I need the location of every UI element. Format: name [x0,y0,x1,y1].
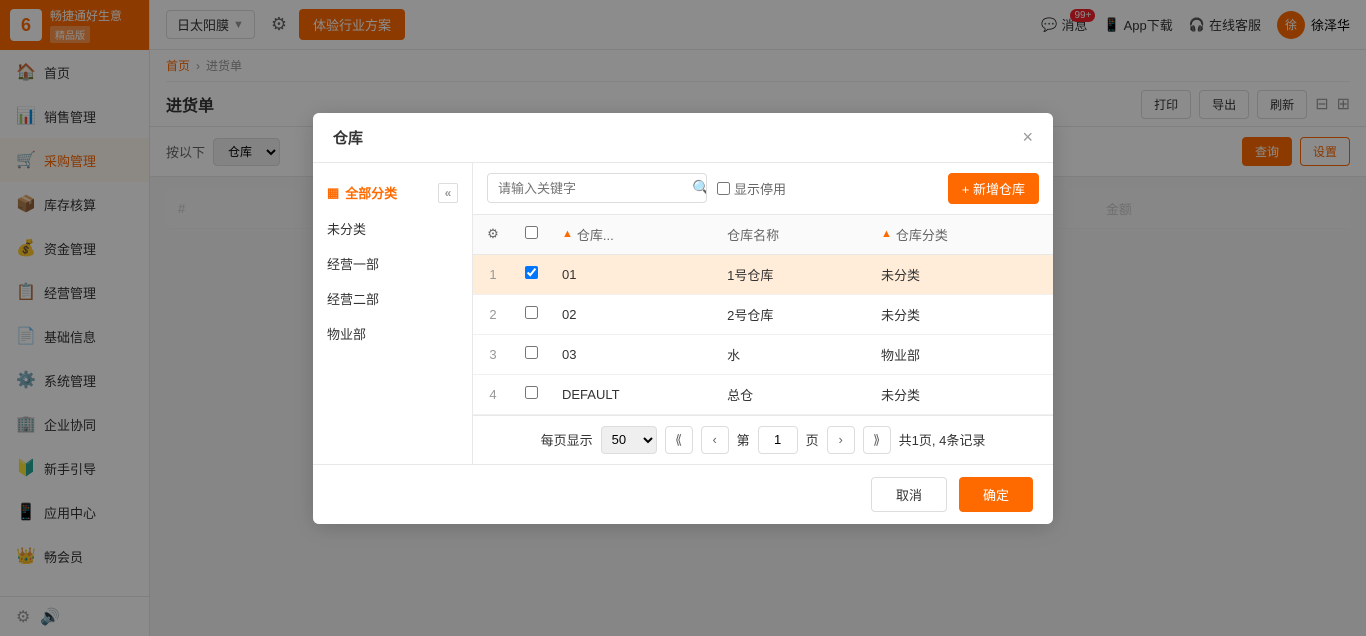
cat-item-ops2[interactable]: 经营二部 [313,281,472,316]
row-checkbox[interactable] [525,346,538,359]
modal-footer: 取消 确定 [313,464,1053,524]
page-number-input[interactable] [758,426,798,454]
modal-search-btn[interactable]: 🔍 [684,174,707,202]
modal-categories: ▦ 全部分类 « 未分类 经营一部 经营二部 物业部 [313,163,473,464]
modal-table-wrap: ⚙ ▲ 仓库... 仓库名称 [473,215,1053,415]
row-checkbox[interactable] [525,306,538,319]
confirm-btn[interactable]: 确定 [959,477,1033,512]
row-checkbox[interactable] [525,266,538,279]
modal-body: ▦ 全部分类 « 未分类 经营一部 经营二部 物业部 🔍 [313,163,1053,464]
cat-item-ops1[interactable]: 经营一部 [313,246,472,281]
first-page-btn[interactable]: ⟪ [665,426,693,454]
table-row[interactable]: 3 03 水 物业部 [473,334,1053,374]
sort-icon: ▲ [562,228,573,240]
last-page-btn[interactable]: ⟫ [863,426,891,454]
row-name: 1号仓库 [715,254,869,294]
row-name: 水 [715,334,869,374]
row-code: 03 [550,334,715,374]
row-name: 2号仓库 [715,294,869,334]
row-num: 2 [473,294,513,334]
row-checkbox-cell [513,294,550,334]
show-disabled-label[interactable]: 显示停用 [717,179,786,198]
show-disabled-checkbox[interactable] [717,182,730,195]
row-code: DEFAULT [550,374,715,414]
row-category: 未分类 [869,294,1053,334]
row-checkbox-cell [513,254,550,294]
cat-all-label: 全部分类 [345,183,397,202]
cat-item-unclassified[interactable]: 未分类 [313,211,472,246]
row-code: 01 [550,254,715,294]
row-category: 物业部 [869,334,1053,374]
table-row[interactable]: 4 DEFAULT 总仓 未分类 [473,374,1053,414]
cat-item-property[interactable]: 物业部 [313,316,472,351]
show-disabled-text: 显示停用 [734,179,786,198]
modal-title: 仓库 [333,127,363,148]
page-label-pre: 第 [737,430,750,449]
new-warehouse-btn[interactable]: + 新增仓库 [948,173,1039,204]
table-row[interactable]: 2 02 2号仓库 未分类 [473,294,1053,334]
row-num: 3 [473,334,513,374]
modal-overlay: 仓库 × ▦ 全部分类 « 未分类 经营一部 经营二部 物业部 [0,0,1366,636]
sort-icon2: ▲ [881,228,892,240]
th-gear[interactable]: ⚙ [473,215,513,255]
row-num: 1 [473,254,513,294]
row-checkbox-cell [513,374,550,414]
modal-search-input[interactable] [488,176,684,201]
cat-collapse-btn[interactable]: « [438,183,458,203]
th-code: ▲ 仓库... [550,215,715,255]
prev-page-btn[interactable]: ‹ [701,426,729,454]
modal-close-btn[interactable]: × [1022,128,1033,146]
modal-right-panel: 🔍 显示停用 + 新增仓库 ⚙ [473,163,1053,464]
per-page-label: 每页显示 [541,430,593,449]
modal-pagination: 每页显示 50 10 20 100 ⟪ ‹ 第 页 › ⟫ 共1页, 4条记录 [473,415,1053,464]
grid-icon: ▦ [327,185,339,201]
row-checkbox-cell [513,334,550,374]
th-code-label: 仓库... [577,225,614,244]
cat-all-header[interactable]: ▦ 全部分类 « [313,175,472,211]
page-label: 页 [806,430,819,449]
th-name: 仓库名称 [715,215,869,255]
row-name: 总仓 [715,374,869,414]
th-category: ▲ 仓库分类 [869,215,1053,255]
row-code: 02 [550,294,715,334]
modal-warehouse-table: ⚙ ▲ 仓库... 仓库名称 [473,215,1053,415]
next-page-btn[interactable]: › [827,426,855,454]
th-checkbox [513,215,550,255]
modal-header: 仓库 × [313,113,1053,163]
th-category-label: 仓库分类 [896,225,948,244]
total-info: 共1页, 4条记录 [899,430,986,449]
table-row[interactable]: 1 01 1号仓库 未分类 [473,254,1053,294]
row-category: 未分类 [869,254,1053,294]
warehouse-modal: 仓库 × ▦ 全部分类 « 未分类 经营一部 经营二部 物业部 [313,113,1053,524]
modal-toolbar: 🔍 显示停用 + 新增仓库 [473,163,1053,215]
row-num: 4 [473,374,513,414]
row-checkbox[interactable] [525,386,538,399]
modal-search-wrap: 🔍 [487,173,707,203]
cancel-btn[interactable]: 取消 [871,477,947,512]
row-category: 未分类 [869,374,1053,414]
per-page-select[interactable]: 50 10 20 100 [601,426,657,454]
select-all-checkbox[interactable] [525,226,538,239]
